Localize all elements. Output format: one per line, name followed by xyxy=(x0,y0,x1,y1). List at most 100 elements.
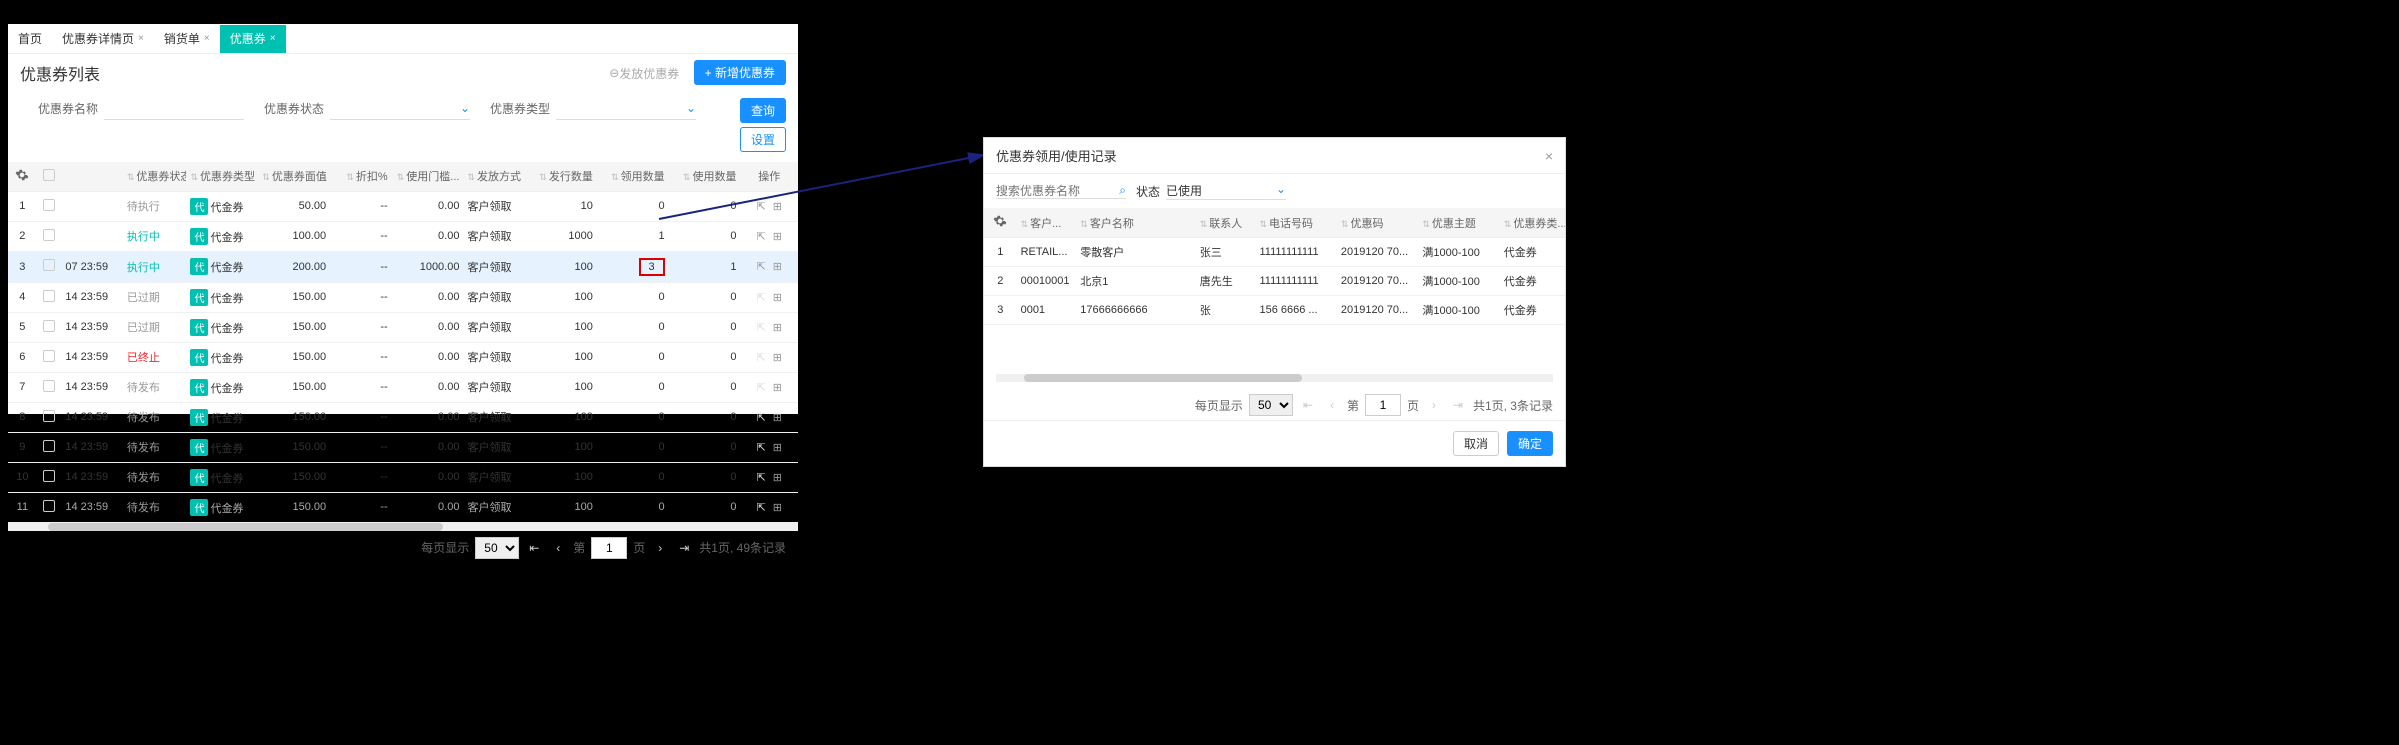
last-page-button[interactable]: ⇥ xyxy=(1449,396,1467,414)
col-claim[interactable]: ⇅领用数量 xyxy=(597,162,669,192)
claim-cell[interactable]: 0 xyxy=(597,402,669,432)
share-icon[interactable]: ⇱ xyxy=(756,352,765,364)
row-checkbox[interactable] xyxy=(37,402,62,432)
table-row[interactable]: 2 执行中 代代金券 100.00 -- 0.00 客户领取 1000 1 0 … xyxy=(8,221,798,251)
coupon-name-input[interactable] xyxy=(104,98,244,120)
qrcode-icon[interactable]: ⊞ xyxy=(773,352,782,364)
row-checkbox[interactable] xyxy=(37,372,62,402)
search-button[interactable]: 查询 xyxy=(740,98,786,123)
share-icon[interactable]: ⇱ xyxy=(756,292,765,304)
claim-cell[interactable]: 3 xyxy=(597,251,669,282)
qrcode-icon[interactable]: ⊞ xyxy=(773,261,782,273)
col-subject[interactable]: ⇅优惠主题 xyxy=(1418,208,1499,238)
claim-cell[interactable]: 1 xyxy=(597,221,669,251)
close-icon[interactable]: × xyxy=(204,33,210,44)
claim-cell[interactable]: 0 xyxy=(597,312,669,342)
col-phone[interactable]: ⇅电话号码 xyxy=(1255,208,1336,238)
tab-sales-order[interactable]: 销货单× xyxy=(154,25,220,53)
prev-page-button[interactable]: ‹ xyxy=(1323,396,1341,414)
table-row[interactable]: 3 07 23:59 执行中 代代金券 200.00 -- 1000.00 客户… xyxy=(8,251,798,282)
add-coupon-button[interactable]: + 新增优惠券 xyxy=(694,60,786,85)
table-row[interactable]: 3 0001 17666666666 张 156 6666 ... 201912… xyxy=(984,296,1565,325)
share-icon[interactable]: ⇱ xyxy=(756,201,765,213)
last-page-button[interactable]: ⇥ xyxy=(675,539,693,557)
gear-header[interactable] xyxy=(8,162,37,192)
close-icon[interactable]: × xyxy=(138,33,144,44)
qrcode-icon[interactable]: ⊞ xyxy=(773,472,782,484)
cancel-button[interactable]: 取消 xyxy=(1453,431,1499,456)
claim-cell[interactable]: 0 xyxy=(597,282,669,312)
tab-coupon-detail[interactable]: 优惠券详情页× xyxy=(52,25,154,53)
col-face[interactable]: ⇅优惠券面值 xyxy=(258,162,330,192)
claim-cell[interactable]: 0 xyxy=(597,191,669,221)
per-page-select[interactable]: 50 xyxy=(475,537,519,559)
gear-header[interactable] xyxy=(984,208,1017,238)
status-select[interactable]: 已使用 ⌄ xyxy=(1166,182,1286,200)
row-checkbox[interactable] xyxy=(37,342,62,372)
col-contact[interactable]: ⇅联系人 xyxy=(1196,208,1256,238)
col-method[interactable]: ⇅发放方式 xyxy=(463,162,525,192)
col-cust-no[interactable]: ⇅客户... xyxy=(1017,208,1077,238)
search-input[interactable] xyxy=(996,184,1119,198)
col-use[interactable]: ⇅使用数量 xyxy=(669,162,741,192)
table-row[interactable]: 4 14 23:59 已过期 代代金券 150.00 -- 0.00 客户领取 … xyxy=(8,282,798,312)
row-checkbox[interactable] xyxy=(37,191,62,221)
table-row[interactable]: 11 14 23:59 待发布 代代金券 150.00 -- 0.00 客户领取… xyxy=(8,492,798,522)
horizontal-scrollbar[interactable] xyxy=(8,523,798,531)
claim-cell[interactable]: 0 xyxy=(597,432,669,462)
claim-cell[interactable]: 0 xyxy=(597,342,669,372)
table-row[interactable]: 10 14 23:59 待发布 代代金券 150.00 -- 0.00 客户领取… xyxy=(8,462,798,492)
prev-page-button[interactable]: ‹ xyxy=(549,539,567,557)
qrcode-icon[interactable]: ⊞ xyxy=(773,292,782,304)
qrcode-icon[interactable]: ⊞ xyxy=(773,412,782,424)
table-row[interactable]: 6 14 23:59 已终止 代代金券 150.00 -- 0.00 客户领取 … xyxy=(8,342,798,372)
col-type[interactable]: ⇅优惠券类型 xyxy=(186,162,258,192)
qrcode-icon[interactable]: ⊞ xyxy=(773,502,782,514)
claim-cell[interactable]: 0 xyxy=(597,462,669,492)
col-status[interactable]: ⇅优惠券状态 xyxy=(123,162,187,192)
table-row[interactable]: 2 00010001 北京1 唐先生 11111111111 2019120 7… xyxy=(984,267,1565,296)
distribute-coupon-button[interactable]: ⊖ 发放优惠券 xyxy=(598,61,690,86)
claim-count-highlighted[interactable]: 3 xyxy=(639,258,665,276)
qrcode-icon[interactable]: ⊞ xyxy=(773,231,782,243)
row-checkbox[interactable] xyxy=(37,251,62,282)
checkbox-header[interactable] xyxy=(37,162,62,192)
share-icon[interactable]: ⇱ xyxy=(756,382,765,394)
next-page-button[interactable]: › xyxy=(1425,396,1443,414)
qrcode-icon[interactable]: ⊞ xyxy=(773,201,782,213)
claim-cell[interactable]: 0 xyxy=(597,372,669,402)
share-icon[interactable]: ⇱ xyxy=(756,261,765,273)
table-row[interactable]: 9 14 23:59 待发布 代代金券 150.00 -- 0.00 客户领取 … xyxy=(8,432,798,462)
qrcode-icon[interactable]: ⊞ xyxy=(773,442,782,454)
share-icon[interactable]: ⇱ xyxy=(756,322,765,334)
page-input[interactable] xyxy=(591,537,627,559)
close-icon[interactable]: × xyxy=(1545,148,1553,164)
share-icon[interactable]: ⇱ xyxy=(756,231,765,243)
col-code[interactable]: ⇅优惠码 xyxy=(1337,208,1418,238)
row-checkbox[interactable] xyxy=(37,492,62,522)
first-page-button[interactable]: ⇤ xyxy=(525,539,543,557)
col-discount[interactable]: ⇅折扣% xyxy=(330,162,392,192)
row-checkbox[interactable] xyxy=(37,462,62,492)
table-row[interactable]: 5 14 23:59 已过期 代代金券 150.00 -- 0.00 客户领取 … xyxy=(8,312,798,342)
table-row[interactable]: 7 14 23:59 待发布 代代金券 150.00 -- 0.00 客户领取 … xyxy=(8,372,798,402)
coupon-type-select[interactable]: ⌄ xyxy=(556,98,696,120)
coupon-status-select[interactable]: ⌄ xyxy=(330,98,470,120)
share-icon[interactable]: ⇱ xyxy=(756,472,765,484)
confirm-button[interactable]: 确定 xyxy=(1507,431,1553,456)
qrcode-icon[interactable]: ⊞ xyxy=(773,322,782,334)
per-page-select[interactable]: 50 xyxy=(1249,394,1293,416)
qrcode-icon[interactable]: ⊞ xyxy=(773,382,782,394)
search-icon[interactable]: ⌕ xyxy=(1119,183,1126,198)
share-icon[interactable]: ⇱ xyxy=(756,442,765,454)
next-page-button[interactable]: › xyxy=(651,539,669,557)
row-checkbox[interactable] xyxy=(37,282,62,312)
col-threshold[interactable]: ⇅使用门槛... xyxy=(392,162,464,192)
tab-home[interactable]: 首页 xyxy=(8,25,52,53)
row-checkbox[interactable] xyxy=(37,221,62,251)
claim-cell[interactable]: 0 xyxy=(597,492,669,522)
col-issue[interactable]: ⇅发行数量 xyxy=(525,162,597,192)
table-row[interactable]: 1 待执行 代代金券 50.00 -- 0.00 客户领取 10 0 0 ⇱ ⊞ xyxy=(8,191,798,221)
col-cust-name[interactable]: ⇅客户名称 xyxy=(1076,208,1195,238)
tab-coupon[interactable]: 优惠券× xyxy=(220,25,286,53)
